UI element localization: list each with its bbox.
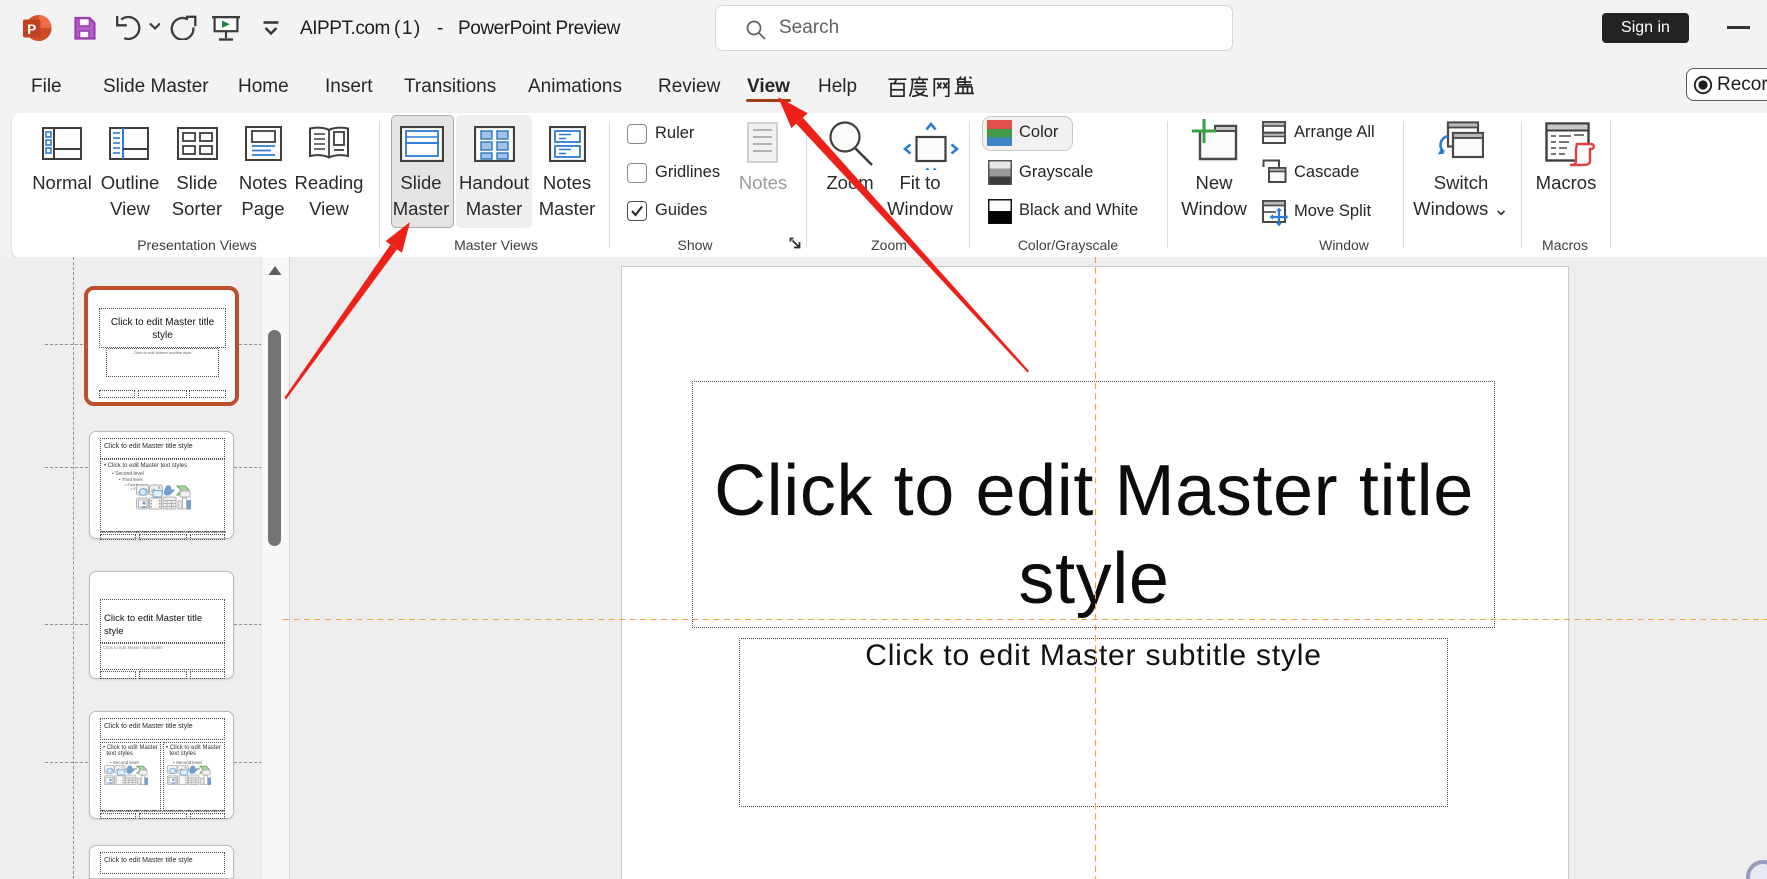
svg-text:P: P (27, 22, 36, 37)
